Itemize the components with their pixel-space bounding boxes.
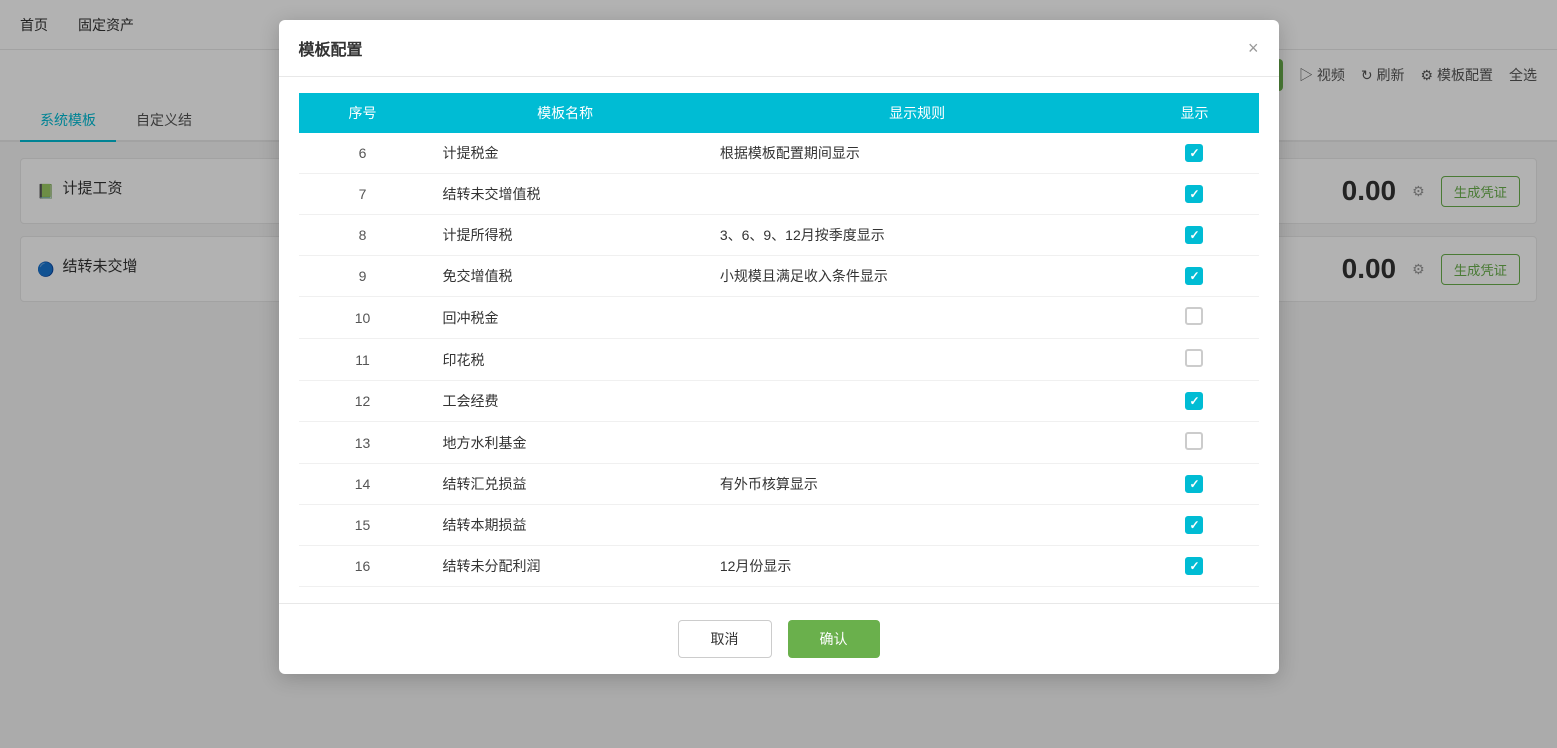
cell-no: 11 bbox=[299, 339, 427, 381]
cell-name: 回冲税金 bbox=[427, 297, 704, 339]
cell-name: 地方水利基金 bbox=[427, 422, 704, 464]
cell-checkbox bbox=[1130, 422, 1258, 464]
cell-rule bbox=[704, 422, 1131, 464]
cell-no: 16 bbox=[299, 546, 427, 587]
cancel-button[interactable]: 取消 bbox=[678, 620, 772, 658]
table-row: 7结转未交增值税 bbox=[299, 174, 1259, 215]
modal-footer: 取消 确认 bbox=[279, 603, 1279, 674]
cell-no: 8 bbox=[299, 215, 427, 256]
cell-checkbox bbox=[1130, 381, 1258, 422]
checkbox-11[interactable] bbox=[1185, 349, 1203, 367]
cell-checkbox bbox=[1130, 505, 1258, 546]
checkbox-6[interactable] bbox=[1185, 144, 1203, 162]
cell-rule: 根据模板配置期间显示 bbox=[704, 133, 1131, 174]
table-row: 16结转未分配利润12月份显示 bbox=[299, 546, 1259, 587]
checkbox-9[interactable] bbox=[1185, 267, 1203, 285]
cell-checkbox bbox=[1130, 256, 1258, 297]
modal-header: 模板配置 × bbox=[279, 20, 1279, 77]
cell-name: 免交增值税 bbox=[427, 256, 704, 297]
cell-no: 13 bbox=[299, 422, 427, 464]
table-row: 13地方水利基金 bbox=[299, 422, 1259, 464]
cell-no: 9 bbox=[299, 256, 427, 297]
cell-no: 12 bbox=[299, 381, 427, 422]
table-row: 6计提税金根据模板配置期间显示 bbox=[299, 133, 1259, 174]
cell-rule: 12月份显示 bbox=[704, 546, 1131, 587]
table-row: 11印花税 bbox=[299, 339, 1259, 381]
cell-name: 结转本期损益 bbox=[427, 505, 704, 546]
cell-no: 14 bbox=[299, 464, 427, 505]
cell-no: 15 bbox=[299, 505, 427, 546]
modal-template-config: 模板配置 × 序号 模板名称 显示规则 显示 6计提税金根据模板配置期间显示7结… bbox=[279, 20, 1279, 674]
config-table: 序号 模板名称 显示规则 显示 6计提税金根据模板配置期间显示7结转未交增值税8… bbox=[299, 93, 1259, 587]
cell-name: 结转汇兑损益 bbox=[427, 464, 704, 505]
table-row: 10回冲税金 bbox=[299, 297, 1259, 339]
cell-rule: 3、6、9、12月按季度显示 bbox=[704, 215, 1131, 256]
cell-name: 结转未分配利润 bbox=[427, 546, 704, 587]
col-header-name: 模板名称 bbox=[427, 93, 704, 133]
cell-rule bbox=[704, 339, 1131, 381]
col-header-no: 序号 bbox=[299, 93, 427, 133]
checkbox-10[interactable] bbox=[1185, 307, 1203, 325]
table-row: 8计提所得税3、6、9、12月按季度显示 bbox=[299, 215, 1259, 256]
checkbox-7[interactable] bbox=[1185, 185, 1203, 203]
table-row: 9免交增值税小规模且满足收入条件显示 bbox=[299, 256, 1259, 297]
checkbox-15[interactable] bbox=[1185, 516, 1203, 534]
checkbox-8[interactable] bbox=[1185, 226, 1203, 244]
cell-no: 7 bbox=[299, 174, 427, 215]
cell-no: 10 bbox=[299, 297, 427, 339]
cell-checkbox bbox=[1130, 546, 1258, 587]
cell-name: 结转未交增值税 bbox=[427, 174, 704, 215]
cell-name: 工会经费 bbox=[427, 381, 704, 422]
col-header-rule: 显示规则 bbox=[704, 93, 1131, 133]
cell-rule bbox=[704, 297, 1131, 339]
checkbox-12[interactable] bbox=[1185, 392, 1203, 410]
table-row: 15结转本期损益 bbox=[299, 505, 1259, 546]
checkbox-14[interactable] bbox=[1185, 475, 1203, 493]
col-header-show: 显示 bbox=[1130, 93, 1258, 133]
cell-rule: 小规模且满足收入条件显示 bbox=[704, 256, 1131, 297]
cell-name: 计提税金 bbox=[427, 133, 704, 174]
cell-rule bbox=[704, 505, 1131, 546]
cell-checkbox bbox=[1130, 215, 1258, 256]
confirm-button[interactable]: 确认 bbox=[788, 620, 880, 658]
table-header-row: 序号 模板名称 显示规则 显示 bbox=[299, 93, 1259, 133]
table-row: 14结转汇兑损益有外币核算显示 bbox=[299, 464, 1259, 505]
cell-checkbox bbox=[1130, 464, 1258, 505]
cell-checkbox bbox=[1130, 133, 1258, 174]
checkbox-13[interactable] bbox=[1185, 432, 1203, 450]
table-row: 12工会经费 bbox=[299, 381, 1259, 422]
cell-rule: 有外币核算显示 bbox=[704, 464, 1131, 505]
modal-overlay: 模板配置 × 序号 模板名称 显示规则 显示 6计提税金根据模板配置期间显示7结… bbox=[0, 0, 1557, 748]
modal-body: 序号 模板名称 显示规则 显示 6计提税金根据模板配置期间显示7结转未交增值税8… bbox=[279, 77, 1279, 603]
modal-close-button[interactable]: × bbox=[1248, 39, 1259, 57]
cell-name: 印花税 bbox=[427, 339, 704, 381]
cell-checkbox bbox=[1130, 297, 1258, 339]
cell-no: 6 bbox=[299, 133, 427, 174]
cell-checkbox bbox=[1130, 339, 1258, 381]
cell-checkbox bbox=[1130, 174, 1258, 215]
cell-rule bbox=[704, 381, 1131, 422]
cell-name: 计提所得税 bbox=[427, 215, 704, 256]
modal-title: 模板配置 bbox=[299, 36, 363, 60]
cell-rule bbox=[704, 174, 1131, 215]
checkbox-16[interactable] bbox=[1185, 557, 1203, 575]
